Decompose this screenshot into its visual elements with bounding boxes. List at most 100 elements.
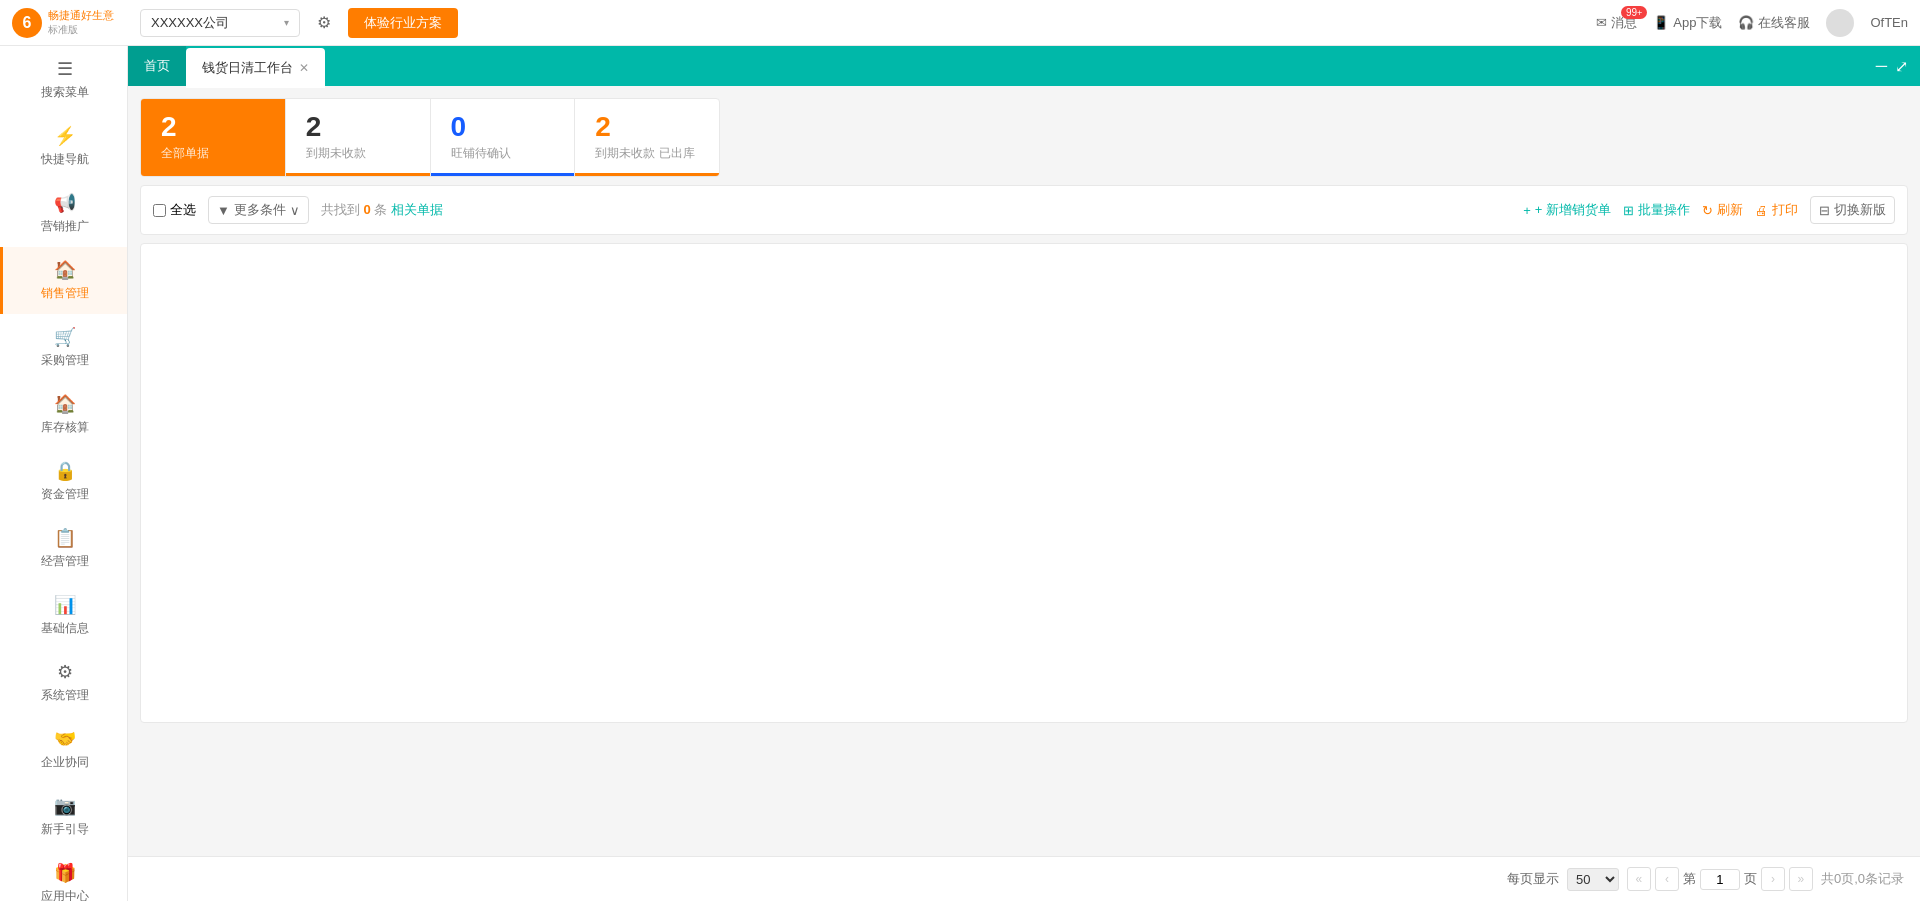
system-icon: ⚙ <box>57 661 73 683</box>
logo-text: 畅捷通好生意 <box>48 8 114 22</box>
message-button[interactable]: ✉ 消息 99+ <box>1596 14 1637 32</box>
add-btn-label: + 新增销货单 <box>1535 201 1611 219</box>
sidebar-item-search-menu[interactable]: ☰ 搜索菜单 <box>0 46 127 113</box>
per-page-select[interactable]: 50 20 100 <box>1567 868 1619 891</box>
sidebar-item-operation[interactable]: 📋 经营管理 <box>0 515 127 582</box>
stat-card-underline-unshipped <box>575 173 719 176</box>
quick-nav-icon: ⚡ <box>54 125 76 147</box>
select-all-input[interactable] <box>153 204 166 217</box>
sidebar-item-purchase[interactable]: 🛒 采购管理 <box>0 314 127 381</box>
refresh-icon: ↻ <box>1702 203 1713 218</box>
company-name: XXXXXX公司 <box>151 14 229 32</box>
headset-icon: 🎧 <box>1738 15 1754 30</box>
switch-btn-label: 切换新版 <box>1834 201 1886 219</box>
sidebar-label-guide: 新手引导 <box>41 821 89 838</box>
tab-bar: 首页 钱货日清工作台 ✕ ─ ⤢ <box>128 46 1920 86</box>
sidebar-label-system: 系统管理 <box>41 687 89 704</box>
stat-label-overdue-unpaid: 到期未收款 <box>306 145 410 162</box>
stat-card-overdue-unshipped[interactable]: 2 到期未收款 已出库 <box>575 99 719 176</box>
header-right: ✉ 消息 99+ 📱 App下载 🎧 在线客服 OfTEn <box>1596 9 1908 37</box>
company-selector[interactable]: XXXXXX公司 ▾ <box>140 9 300 37</box>
tab-home[interactable]: 首页 <box>128 46 186 86</box>
settings-button[interactable]: ⚙ <box>308 7 340 39</box>
stat-label-wangpu: 旺铺待确认 <box>451 145 555 162</box>
app-download-label: App下载 <box>1673 14 1722 32</box>
add-sales-order-button[interactable]: + + 新增销货单 <box>1523 201 1611 219</box>
sidebar-label-quick-nav: 快捷导航 <box>41 151 89 168</box>
pagination: 每页显示 50 20 100 « ‹ 第 页 › » 共0页,0条记录 <box>128 856 1920 901</box>
page-label-post: 页 <box>1744 870 1757 888</box>
chevron-down-icon: ▾ <box>284 17 289 28</box>
sidebar-label-operation: 经营管理 <box>41 553 89 570</box>
filter-button[interactable]: ▼ 更多条件 ∨ <box>208 196 309 224</box>
logo-area: 6 畅捷通好生意 标准版 <box>12 8 140 38</box>
batch-icon: ⊞ <box>1623 203 1634 218</box>
stat-card-wangpu[interactable]: 0 旺铺待确认 <box>431 99 576 176</box>
sidebar-item-sales[interactable]: 🏠 销售管理 <box>0 247 127 314</box>
logo-badge: 标准版 <box>48 23 114 37</box>
operation-icon: 📋 <box>54 527 76 549</box>
app-download-button[interactable]: 📱 App下载 <box>1653 14 1722 32</box>
inventory-icon: 🏠 <box>54 393 76 415</box>
refresh-button[interactable]: ↻ 刷新 <box>1702 201 1743 219</box>
sidebar-item-basic-info[interactable]: 📊 基础信息 <box>0 582 127 649</box>
sidebar-item-system[interactable]: ⚙ 系统管理 <box>0 649 127 716</box>
batch-operation-button[interactable]: ⊞ 批量操作 <box>1623 201 1690 219</box>
stat-card-underline-overdue <box>286 173 430 176</box>
found-unit: 条 <box>374 202 387 217</box>
stat-card-underline-wangpu <box>431 173 575 176</box>
sidebar-item-app-center[interactable]: 🎁 应用中心 <box>0 850 127 901</box>
page-label-pre: 第 <box>1683 870 1696 888</box>
batch-btn-label: 批量操作 <box>1638 201 1690 219</box>
sidebar-label-cooperation: 企业协同 <box>41 754 89 771</box>
toolbar-right: + + 新增销货单 ⊞ 批量操作 ↻ 刷新 🖨 打印 ⊟ 切换新版 <box>1523 196 1895 224</box>
stat-number-overdue-unpaid: 2 <box>306 113 410 141</box>
page-first-button[interactable]: « <box>1627 867 1651 891</box>
guide-icon: 📷 <box>54 795 76 817</box>
switch-version-button[interactable]: ⊟ 切换新版 <box>1810 196 1895 224</box>
page-input[interactable] <box>1700 869 1740 890</box>
sidebar-item-inventory[interactable]: 🏠 库存核算 <box>0 381 127 448</box>
stat-card-overdue-unpaid[interactable]: 2 到期未收款 <box>286 99 431 176</box>
page-next-button[interactable]: › <box>1761 867 1785 891</box>
sales-icon: 🏠 <box>54 259 76 281</box>
finance-icon: 🔒 <box>54 460 76 482</box>
online-service-button[interactable]: 🎧 在线客服 <box>1738 14 1810 32</box>
refresh-btn-label: 刷新 <box>1717 201 1743 219</box>
sidebar-item-quick-nav[interactable]: ⚡ 快捷导航 <box>0 113 127 180</box>
toolbar: 全选 ▼ 更多条件 ∨ 共找到 0 条 相关单据 + + 新增销货单 ⊞ 批量操… <box>140 185 1908 235</box>
toolbar-left: 全选 ▼ 更多条件 ∨ 共找到 0 条 相关单据 <box>153 196 443 224</box>
filter-btn-label: 更多条件 <box>234 201 286 219</box>
stat-card-all[interactable]: 2 全部单据 <box>141 99 286 176</box>
tab-bar-expand-icon[interactable]: ⤢ <box>1895 57 1908 76</box>
app-center-icon: 🎁 <box>54 862 76 884</box>
stats-cards: 2 全部单据 2 到期未收款 0 旺铺待确认 2 到期未收款 已出库 <box>140 98 720 177</box>
sidebar-item-marketing[interactable]: 📢 营销推广 <box>0 180 127 247</box>
table-area <box>140 243 1908 723</box>
sidebar-label-marketing: 营销推广 <box>41 218 89 235</box>
tab-close-icon[interactable]: ✕ <box>299 61 309 75</box>
main-content: 2 全部单据 2 到期未收款 0 旺铺待确认 2 到期未收款 已出库 <box>128 86 1920 901</box>
sidebar-item-cooperation[interactable]: 🤝 企业协同 <box>0 716 127 783</box>
avatar[interactable] <box>1826 9 1854 37</box>
message-icon: ✉ <box>1596 15 1607 30</box>
trial-button[interactable]: 体验行业方案 <box>348 8 458 38</box>
phone-icon: 📱 <box>1653 15 1669 30</box>
top-header: 6 畅捷通好生意 标准版 XXXXXX公司 ▾ ⚙ 体验行业方案 ✉ 消息 99… <box>0 0 1920 46</box>
total-text: 共0页,0条记录 <box>1821 870 1904 888</box>
select-all-label: 全选 <box>170 201 196 219</box>
tab-bar-minimize-icon[interactable]: ─ <box>1876 57 1887 76</box>
select-all-checkbox[interactable]: 全选 <box>153 201 196 219</box>
page-last-button[interactable]: » <box>1789 867 1813 891</box>
print-btn-label: 打印 <box>1772 201 1798 219</box>
filter-icon: ▼ <box>217 203 230 218</box>
page-prev-button[interactable]: ‹ <box>1655 867 1679 891</box>
sidebar-item-guide[interactable]: 📷 新手引导 <box>0 783 127 850</box>
found-link[interactable]: 相关单据 <box>391 202 443 217</box>
tab-cash-flow[interactable]: 钱货日清工作台 ✕ <box>186 48 325 88</box>
marketing-icon: 📢 <box>54 192 76 214</box>
print-button[interactable]: 🖨 打印 <box>1755 201 1798 219</box>
sidebar-item-finance[interactable]: 🔒 资金管理 <box>0 448 127 515</box>
logo-icon: 6 <box>12 8 42 38</box>
switch-icon: ⊟ <box>1819 203 1830 218</box>
